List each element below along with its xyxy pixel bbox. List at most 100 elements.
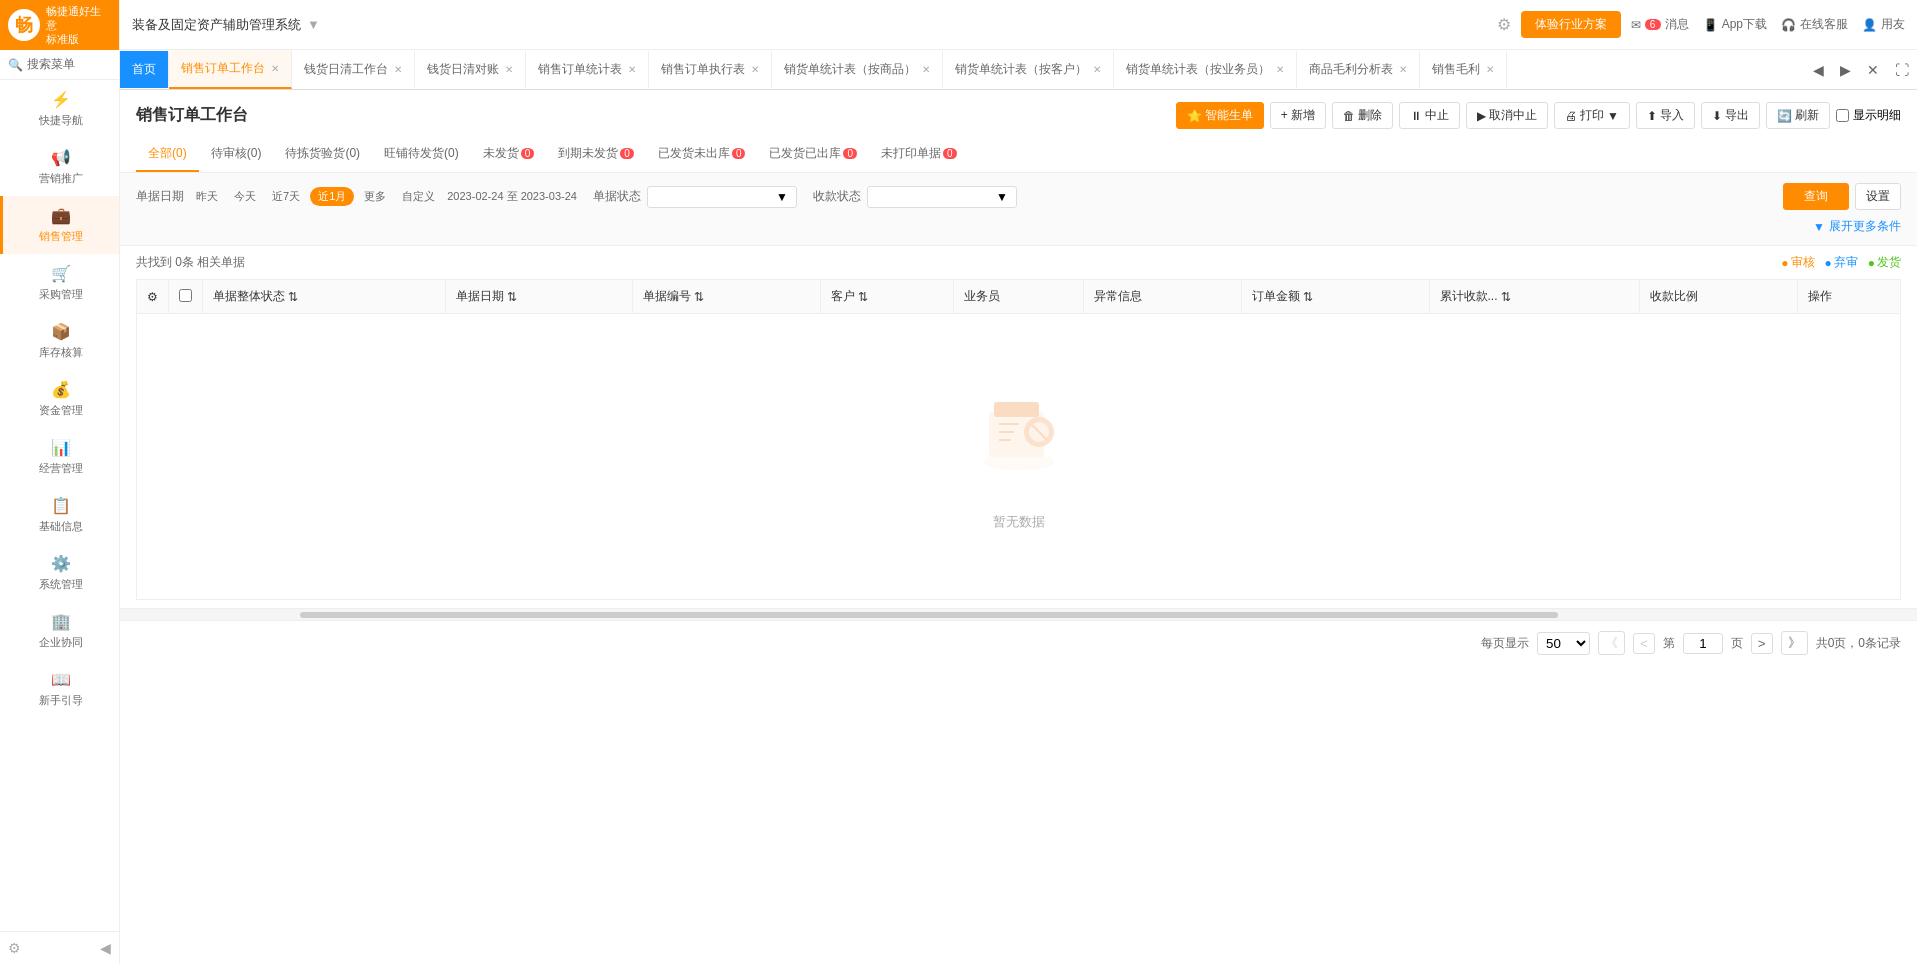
expand-more-button[interactable]: ▼ 展开更多条件 (1813, 218, 1901, 235)
table-summary: 共找到 0条 相关单据 ● 审核 ● 弃审 ● 发货 (136, 254, 1901, 271)
sort-icon[interactable]: ⇅ (1501, 290, 1511, 304)
tab-close-sales-stat[interactable]: ✕ (628, 64, 636, 75)
filter-date-custom[interactable]: 自定义 (396, 187, 441, 206)
query-button[interactable]: 查询 (1783, 183, 1849, 210)
print-button[interactable]: 🖨 打印 ▼ (1554, 102, 1630, 129)
tab-scroll-left-icon[interactable]: ◀ (1805, 54, 1832, 86)
horizontal-scrollbar-thumb[interactable] (300, 612, 1558, 618)
tab-close-sales-more[interactable]: ✕ (1486, 64, 1494, 75)
user-menu-button[interactable]: 👤 用友 (1862, 16, 1905, 33)
message-button[interactable]: ✉ 6 消息 (1631, 16, 1689, 33)
select-all-checkbox[interactable] (179, 289, 192, 302)
app-download-button[interactable]: 📱 App下载 (1703, 16, 1767, 33)
sidebar-item-purchase[interactable]: 🛒 采购管理 (0, 254, 119, 312)
filter-date-more[interactable]: 更多 (358, 187, 392, 206)
sidebar-item-guide[interactable]: 📖 新手引导 (0, 660, 119, 718)
tab-sales-more[interactable]: 销售毛利 ✕ (1420, 51, 1507, 88)
cancel-review-action-button[interactable]: ● 弃审 (1825, 254, 1858, 271)
filter-date-today[interactable]: 今天 (228, 187, 262, 206)
sort-icon[interactable]: ⇅ (288, 290, 298, 304)
subtab-wangpu-pending[interactable]: 旺铺待发货(0) (372, 137, 471, 172)
subtab-unprinted[interactable]: 未打印单据0 (869, 137, 969, 172)
industry-plan-button[interactable]: 体验行业方案 (1521, 11, 1621, 38)
pause-button[interactable]: ⏸ 中止 (1399, 102, 1460, 129)
tab-sales-workbench[interactable]: 销售订单工作台 ✕ (169, 50, 292, 89)
ship-action-button[interactable]: ● 发货 (1868, 254, 1901, 271)
page-header-actions: ⭐ 智能生单 + 新增 🗑 删除 ⏸ 中止 ▶ 取消中止 (1176, 102, 1901, 129)
online-service-button[interactable]: 🎧 在线客服 (1781, 16, 1848, 33)
sidebar-item-system[interactable]: ⚙️ 系统管理 (0, 544, 119, 602)
topbar-arrow-icon[interactable]: ▼ (307, 17, 320, 32)
sidebar-item-inventory[interactable]: 📦 库存核算 (0, 312, 119, 370)
page-number-input[interactable] (1683, 633, 1723, 654)
page-size-select[interactable]: 50 10 20 100 (1537, 632, 1590, 655)
filter-status-select[interactable]: ▼ (647, 186, 797, 208)
tab-margin-analysis[interactable]: 商品毛利分析表 ✕ (1297, 51, 1420, 88)
sidebar-item-shortcut[interactable]: ⚡ 快捷导航 (0, 80, 119, 138)
sort-icon[interactable]: ⇅ (507, 290, 517, 304)
subtab-pending-inspect[interactable]: 待拣货验货(0) (273, 137, 372, 172)
tab-home[interactable]: 首页 (120, 51, 169, 88)
tab-close-sales-stat-staff[interactable]: ✕ (1276, 64, 1284, 75)
sidebar-settings-btn[interactable]: ⚙ (8, 940, 21, 956)
tab-close-margin-analysis[interactable]: ✕ (1399, 64, 1407, 75)
refresh-button[interactable]: 🔄 刷新 (1766, 102, 1830, 129)
th-checkbox[interactable] (169, 280, 203, 314)
sort-icon[interactable]: ⇅ (694, 290, 704, 304)
sort-icon[interactable]: ⇅ (1303, 290, 1313, 304)
subtab-shipped-out[interactable]: 已发货已出库0 (757, 137, 869, 172)
subtab-all[interactable]: 全部(0) (136, 137, 199, 172)
sidebar-item-sales[interactable]: 💼 销售管理 (0, 196, 119, 254)
tab-scroll-right-icon[interactable]: ▶ (1832, 54, 1859, 86)
import-button[interactable]: ⬆ 导入 (1636, 102, 1695, 129)
cancel-pause-button[interactable]: ▶ 取消中止 (1466, 102, 1548, 129)
filter-date-yesterday[interactable]: 昨天 (190, 187, 224, 206)
subtab-pending-review[interactable]: 待审核(0) (199, 137, 274, 172)
smart-generate-button[interactable]: ⭐ 智能生单 (1176, 102, 1264, 129)
sidebar-item-basic[interactable]: 📋 基础信息 (0, 486, 119, 544)
topbar-settings-icon[interactable]: ⚙ (1497, 15, 1511, 34)
tab-close-sales-workbench[interactable]: ✕ (271, 63, 279, 74)
tab-close-sales-exec[interactable]: ✕ (751, 64, 759, 75)
filter-date-1month[interactable]: 近1月 (310, 187, 354, 206)
sidebar-item-enterprise[interactable]: 🏢 企业协同 (0, 602, 119, 660)
next-page-button[interactable]: > (1751, 633, 1773, 654)
show-detail-checkbox-label[interactable]: 显示明细 (1836, 107, 1901, 124)
filter-payment-select[interactable]: ▼ (867, 186, 1017, 208)
tab-close-cash-daily[interactable]: ✕ (394, 64, 402, 75)
prev-page-button[interactable]: < (1633, 633, 1655, 654)
sidebar-search[interactable]: 🔍 搜索菜单 (0, 50, 119, 80)
export-button[interactable]: ⬇ 导出 (1701, 102, 1760, 129)
sidebar-item-finance[interactable]: 💰 资金管理 (0, 370, 119, 428)
horizontal-scrollbar[interactable] (120, 608, 1917, 620)
tab-sales-exec[interactable]: 销售订单执行表 ✕ (649, 51, 772, 88)
tab-close-all-icon[interactable]: ✕ (1859, 54, 1887, 86)
sort-icon[interactable]: ⇅ (858, 290, 868, 304)
delete-button[interactable]: 🗑 删除 (1332, 102, 1393, 129)
tab-sales-stat-staff[interactable]: 销货单统计表（按业务员） ✕ (1114, 51, 1297, 88)
new-button[interactable]: + 新增 (1270, 102, 1326, 129)
tab-sales-stat-product[interactable]: 销货单统计表（按商品） ✕ (772, 51, 943, 88)
sidebar-item-marketing[interactable]: 📢 营销推广 (0, 138, 119, 196)
th-settings[interactable]: ⚙ (137, 280, 169, 314)
sidebar-item-operation[interactable]: 📊 经营管理 (0, 428, 119, 486)
th-status: 单据整体状态⇅ (203, 280, 446, 314)
tab-close-cash-reconcile[interactable]: ✕ (505, 64, 513, 75)
last-page-button[interactable]: 》 (1781, 631, 1808, 655)
tab-sales-stat[interactable]: 销售订单统计表 ✕ (526, 51, 649, 88)
tab-close-sales-stat-product[interactable]: ✕ (922, 64, 930, 75)
filter-date-7days[interactable]: 近7天 (266, 187, 306, 206)
show-detail-checkbox[interactable] (1836, 109, 1849, 122)
subtab-unshipped[interactable]: 未发货0 (471, 137, 547, 172)
tab-cash-reconcile[interactable]: 钱货日清对账 ✕ (415, 51, 526, 88)
filter-settings-button[interactable]: 设置 (1855, 183, 1901, 210)
first-page-button[interactable]: 《 (1598, 631, 1625, 655)
review-action-button[interactable]: ● 审核 (1781, 254, 1814, 271)
tab-sales-stat-customer[interactable]: 销货单统计表（按客户） ✕ (943, 51, 1114, 88)
subtab-shipped-no-warehouse[interactable]: 已发货未出库0 (646, 137, 758, 172)
sidebar-collapse-btn[interactable]: ◀ (100, 940, 111, 956)
subtab-overdue-unshipped[interactable]: 到期未发货0 (546, 137, 646, 172)
tab-close-sales-stat-customer[interactable]: ✕ (1093, 64, 1101, 75)
tab-fullscreen-icon[interactable]: ⛶ (1887, 54, 1917, 86)
tab-cash-daily[interactable]: 钱货日清工作台 ✕ (292, 51, 415, 88)
